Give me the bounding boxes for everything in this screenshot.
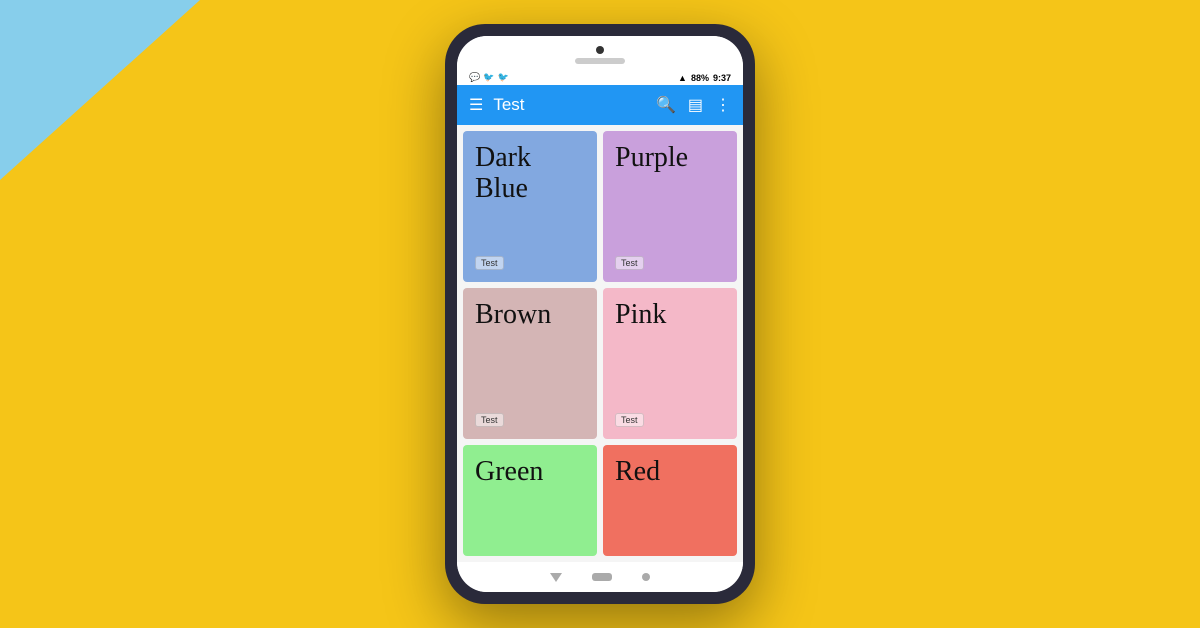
card-red[interactable]: Red bbox=[603, 445, 737, 556]
toolbar-left: ☰ Test bbox=[469, 95, 525, 115]
card-dark-blue-badge: Test bbox=[475, 256, 504, 270]
phone: 💬 🐦 🐦 ▲ 88% 9:37 ☰ Test 🔍 ▤ bbox=[445, 24, 755, 604]
battery-text: 88% bbox=[691, 73, 709, 83]
card-brown[interactable]: Brown Test bbox=[463, 288, 597, 439]
card-purple[interactable]: Purple Test bbox=[603, 131, 737, 282]
card-brown-badge: Test bbox=[475, 413, 504, 427]
toolbar-right: 🔍 ▤ ⋮ bbox=[656, 95, 731, 115]
phone-screen: 💬 🐦 🐦 ▲ 88% 9:37 ☰ Test 🔍 ▤ bbox=[457, 36, 743, 592]
grid-icon[interactable]: ▤ bbox=[688, 95, 703, 115]
status-bar: 💬 🐦 🐦 ▲ 88% 9:37 bbox=[457, 70, 743, 85]
twitter-icon-1: 🐦 bbox=[483, 72, 494, 83]
card-purple-badge: Test bbox=[615, 256, 644, 270]
more-icon[interactable]: ⋮ bbox=[715, 95, 731, 115]
front-camera bbox=[596, 46, 604, 54]
card-pink[interactable]: Pink Test bbox=[603, 288, 737, 439]
card-green[interactable]: Green bbox=[463, 445, 597, 556]
scene: 💬 🐦 🐦 ▲ 88% 9:37 ☰ Test 🔍 ▤ bbox=[0, 0, 1200, 628]
signal-icon: ▲ bbox=[678, 73, 687, 83]
toolbar-title: Test bbox=[493, 95, 524, 115]
back-button[interactable] bbox=[550, 573, 562, 582]
toolbar: ☰ Test 🔍 ▤ ⋮ bbox=[457, 85, 743, 125]
recents-button[interactable] bbox=[642, 573, 650, 581]
status-right: ▲ 88% 9:37 bbox=[678, 73, 731, 83]
home-button[interactable] bbox=[592, 573, 612, 581]
twitter-icon-2: 🐦 bbox=[497, 72, 508, 83]
card-dark-blue[interactable]: DarkBlue Test bbox=[463, 131, 597, 282]
card-green-title: Green bbox=[475, 457, 585, 488]
card-pink-badge: Test bbox=[615, 413, 644, 427]
menu-icon[interactable]: ☰ bbox=[469, 95, 483, 115]
card-dark-blue-title: DarkBlue bbox=[475, 143, 585, 205]
card-red-title: Red bbox=[615, 457, 725, 488]
content-grid: DarkBlue Test Purple Test Brown Test Pin… bbox=[457, 125, 743, 562]
card-purple-title: Purple bbox=[615, 143, 725, 174]
card-brown-title: Brown bbox=[475, 300, 585, 331]
speaker bbox=[575, 58, 625, 64]
message-icon: 💬 bbox=[469, 72, 480, 83]
top-bezel bbox=[457, 36, 743, 70]
card-pink-title: Pink bbox=[615, 300, 725, 331]
search-icon[interactable]: 🔍 bbox=[656, 95, 676, 115]
time-text: 9:37 bbox=[713, 73, 731, 83]
status-left-icons: 💬 🐦 🐦 bbox=[469, 72, 509, 83]
bottom-bezel bbox=[457, 562, 743, 592]
